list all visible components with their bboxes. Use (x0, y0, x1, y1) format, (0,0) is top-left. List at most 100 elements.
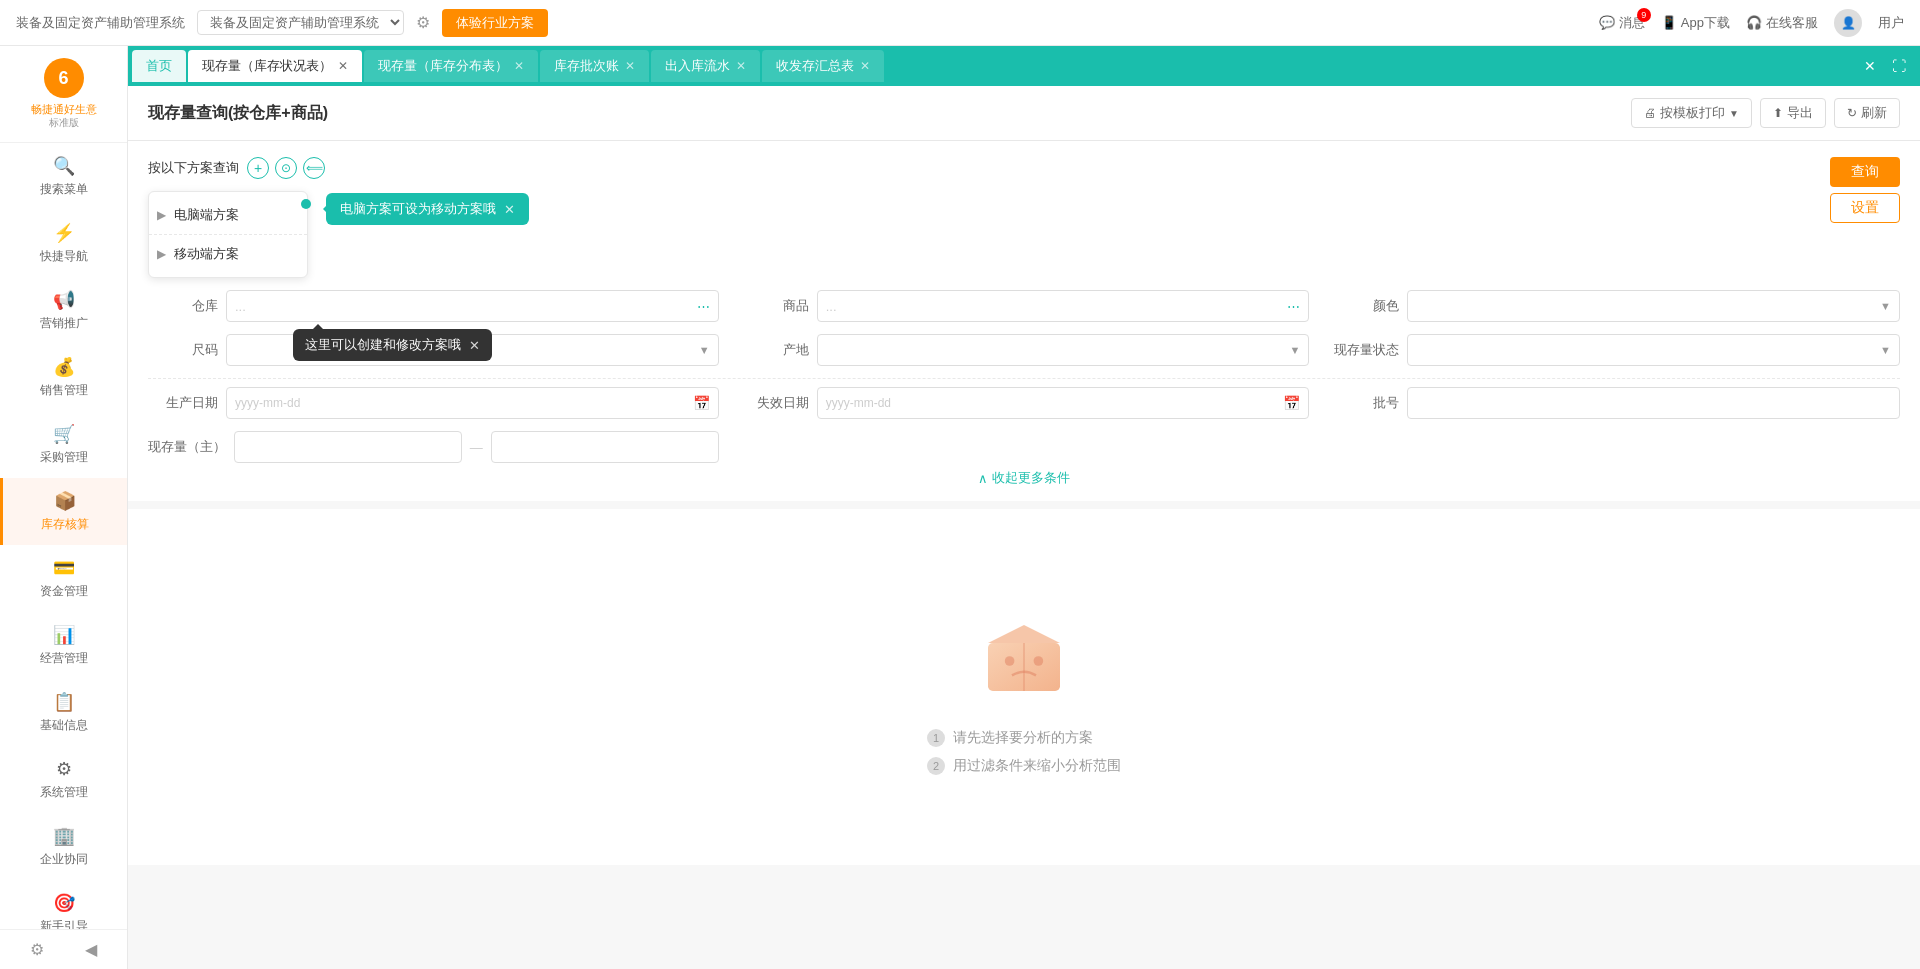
color-select[interactable]: ▼ (1407, 290, 1900, 322)
tab-inventory-dist[interactable]: 现存量（库存分布表） ✕ (364, 50, 538, 82)
filter-divider (148, 378, 1900, 379)
export-btn[interactable]: ⬆ 导出 (1760, 98, 1826, 128)
copy-scheme-btn[interactable]: ⊙ (275, 157, 297, 179)
sidebar-item-finance[interactable]: 💳 资金管理 (0, 545, 127, 612)
industry-btn[interactable]: 体验行业方案 (442, 9, 548, 37)
sidebar-item-system[interactable]: ⚙ 系统管理 (0, 746, 127, 813)
tab-batch-ledger[interactable]: 库存批次账 ✕ (540, 50, 649, 82)
sidebar-label-inventory: 库存核算 (41, 516, 89, 533)
tab-batch-ledger-close[interactable]: ✕ (625, 59, 635, 73)
tab-collect-summary-label: 收发存汇总表 (776, 57, 854, 75)
back-scheme-btn[interactable]: ⟸ (303, 157, 325, 179)
sidebar: 6 畅捷通好生意 标准版 🔍 搜索菜单 ⚡ 快捷导航 📢 营销推广 (0, 46, 128, 969)
notification-btn[interactable]: 💬 消息 9 (1599, 14, 1645, 32)
filter-row-warehouse: 仓库 ... ⋯ (148, 290, 719, 322)
sidebar-item-enterprise[interactable]: 🏢 企业协同 (0, 813, 127, 880)
prod-date-calendar-icon: 📅 (693, 395, 710, 411)
stock-main-separator: — (470, 440, 483, 455)
scheme-arrow-desktop: ▶ (157, 208, 166, 222)
system-select[interactable]: 装备及固定资产辅助管理系统 (197, 10, 404, 35)
scheme-tooltip-close[interactable]: ✕ (504, 202, 515, 217)
print-btn[interactable]: 🖨 按模板打印 ▼ (1631, 98, 1752, 128)
sidebar-settings-btn[interactable]: ⚙ (30, 940, 44, 959)
prod-date-placeholder: yyyy-mm-dd (235, 396, 300, 410)
sidebar-item-base-info[interactable]: 📋 基础信息 (0, 679, 127, 746)
prod-date-input[interactable]: yyyy-mm-dd 📅 (226, 387, 719, 419)
app-download-btn[interactable]: 📱 App下载 (1661, 14, 1730, 32)
exp-date-input[interactable]: yyyy-mm-dd 📅 (817, 387, 1310, 419)
marketing-icon: 📢 (53, 289, 75, 311)
sidebar-item-operations[interactable]: 📊 经营管理 (0, 612, 127, 679)
edit-tooltip-close[interactable]: ✕ (469, 338, 480, 353)
warehouse-label: 仓库 (148, 297, 218, 315)
tab-collect-summary[interactable]: 收发存汇总表 ✕ (762, 50, 884, 82)
scheme-tooltip: 电脑方案可设为移动方案哦 ✕ (326, 193, 529, 225)
enterprise-icon: 🏢 (53, 825, 75, 847)
scheme-item-desktop[interactable]: ▶ 电脑端方案 (149, 200, 307, 230)
sidebar-label-system: 系统管理 (40, 784, 88, 801)
refresh-btn[interactable]: ↻ 刷新 (1834, 98, 1900, 128)
tab-inventory-dist-close[interactable]: ✕ (514, 59, 524, 73)
settings-icon[interactable]: ⚙ (416, 13, 430, 32)
stock-status-dropdown-icon: ▼ (1880, 344, 1891, 356)
svg-point-3 (1034, 656, 1044, 666)
filter-row-color: 颜色 ▼ (1329, 290, 1900, 322)
sidebar-collapse-btn[interactable]: ◀ (85, 940, 97, 959)
logo-icon: 6 (44, 58, 84, 98)
stock-main-from[interactable] (234, 431, 462, 463)
sidebar-item-inventory[interactable]: 📦 库存核算 (0, 478, 127, 545)
tab-in-out-flow[interactable]: 出入库流水 ✕ (651, 50, 760, 82)
scheme-item-mobile[interactable]: ▶ 移动端方案 (149, 239, 307, 269)
tab-inventory-status-close[interactable]: ✕ (338, 59, 348, 73)
edit-tooltip: 这里可以创建和修改方案哦 ✕ (293, 329, 492, 361)
origin-select[interactable]: ▼ (817, 334, 1310, 366)
color-dropdown-icon: ▼ (1880, 300, 1891, 312)
content-area: 首页 现存量（库存状况表） ✕ 现存量（库存分布表） ✕ 库存批次账 ✕ 出入库… (128, 46, 1920, 969)
sidebar-item-marketing[interactable]: 📢 营销推广 (0, 277, 127, 344)
prod-date-label: 生产日期 (148, 394, 218, 412)
reset-btn[interactable]: 设置 (1830, 193, 1900, 223)
goods-more-icon: ⋯ (1287, 299, 1300, 314)
page-header-actions: 🖨 按模板打印 ▼ ⬆ 导出 ↻ 刷新 (1631, 98, 1900, 128)
search-btn[interactable]: 查询 (1830, 157, 1900, 187)
warehouse-input[interactable]: ... ⋯ (226, 290, 719, 322)
goods-input[interactable]: ... ⋯ (817, 290, 1310, 322)
online-support-btn[interactable]: 🎧 在线客服 (1746, 14, 1818, 32)
scheme-divider (149, 234, 307, 235)
filter-collapse-btn[interactable]: ∧ 收起更多条件 (148, 463, 1900, 493)
tab-inventory-status[interactable]: 现存量（库存状况表） ✕ (188, 50, 362, 82)
scheme-arrow-mobile: ▶ (157, 247, 166, 261)
stock-main-to[interactable] (491, 431, 719, 463)
sidebar-item-sales[interactable]: 💰 销售管理 (0, 344, 127, 411)
main-layout: 6 畅捷通好生意 标准版 🔍 搜索菜单 ⚡ 快捷导航 📢 营销推广 (0, 46, 1920, 969)
export-label: 导出 (1787, 104, 1813, 122)
sidebar-item-guide[interactable]: 🎯 新手引导 (0, 880, 127, 929)
sidebar-label-search-menu: 搜索菜单 (40, 181, 88, 198)
add-scheme-btn[interactable]: + (247, 157, 269, 179)
tab-close-all-btn[interactable]: ✕ (1858, 56, 1882, 76)
filter-row-prod-date: 生产日期 yyyy-mm-dd 📅 (148, 387, 719, 419)
tab-collect-summary-close[interactable]: ✕ (860, 59, 870, 73)
sidebar-label-sales: 销售管理 (40, 382, 88, 399)
sidebar-item-quick-nav[interactable]: ⚡ 快捷导航 (0, 210, 127, 277)
sidebar-label-purchase: 采购管理 (40, 449, 88, 466)
sidebar-item-search-menu[interactable]: 🔍 搜索菜单 (0, 143, 127, 210)
message-icon: 💬 (1599, 15, 1615, 30)
tab-in-out-flow-close[interactable]: ✕ (736, 59, 746, 73)
export-icon: ⬆ (1773, 106, 1783, 120)
system-icon: ⚙ (56, 758, 72, 780)
tab-maximize-btn[interactable]: ⛶ (1886, 56, 1912, 76)
sidebar-label-enterprise: 企业协同 (40, 851, 88, 868)
base-info-icon: 📋 (53, 691, 75, 713)
scheme-tooltip-arrow (318, 204, 328, 214)
tab-home[interactable]: 首页 (132, 50, 186, 82)
user-avatar[interactable]: 👤 (1834, 9, 1862, 37)
operations-icon: 📊 (53, 624, 75, 646)
print-arrow-icon: ▼ (1729, 108, 1739, 119)
logo-text: 畅捷通好生意 (31, 102, 97, 116)
sidebar-item-purchase[interactable]: 🛒 采购管理 (0, 411, 127, 478)
filter-grid-2: 生产日期 yyyy-mm-dd 📅 失效日期 yyyy-mm-dd 📅 (148, 387, 1900, 463)
collapse-label: 收起更多条件 (992, 469, 1070, 487)
stock-status-select[interactable]: ▼ (1407, 334, 1900, 366)
batch-input[interactable] (1407, 387, 1900, 419)
